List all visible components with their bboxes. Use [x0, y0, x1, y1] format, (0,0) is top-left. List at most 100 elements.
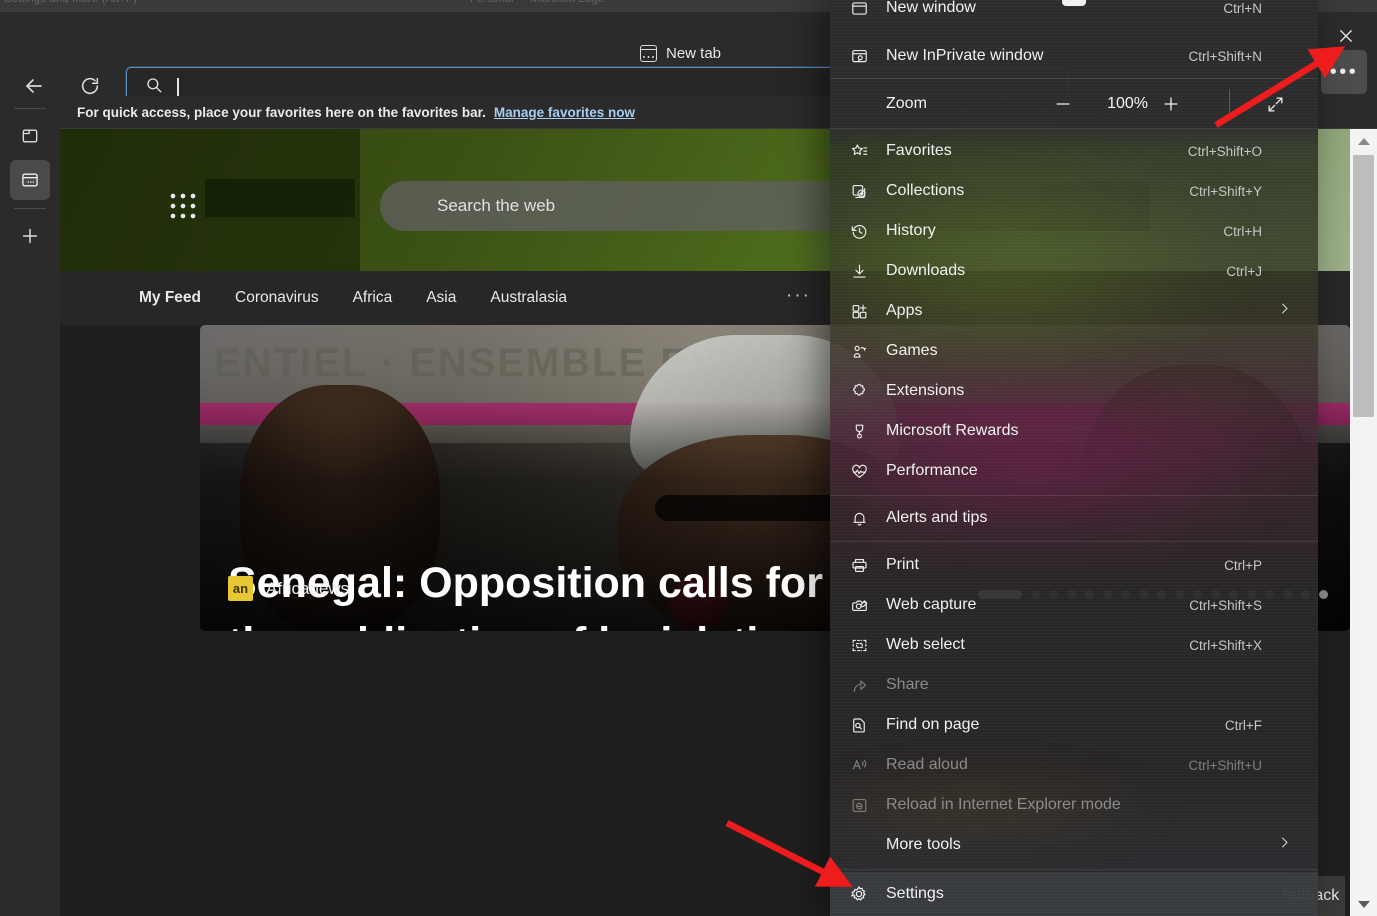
sidebar-item-tab-actions[interactable] — [10, 116, 50, 156]
menu-zoom-label: Zoom — [886, 95, 927, 112]
menu-item-reload-in-internet-explorer-mode[interactable]: Reload in Internet Explorer mode — [830, 785, 1318, 825]
menu-item-shortcut: Ctrl+Shift+O — [1187, 143, 1262, 159]
ellipsis-icon: ••• — [1329, 61, 1359, 83]
menu-item-performance[interactable]: Performance — [830, 451, 1318, 491]
menu-item-label: Apps — [886, 302, 923, 319]
favorites-bar-message: For quick access, place your favorites h… — [77, 104, 486, 120]
find-on-page-icon — [846, 716, 872, 735]
page-scrollbar[interactable] — [1350, 129, 1377, 916]
menu-item-alerts-and-tips-label: Alerts and tips — [886, 509, 988, 526]
menu-item-label: More tools — [886, 836, 961, 853]
menu-item-new-window[interactable]: New window Ctrl+N — [830, 0, 1318, 28]
menu-divider-1 — [830, 78, 1318, 79]
inprivate-window-icon — [846, 47, 872, 66]
plus-icon — [22, 228, 38, 244]
menu-item-read-aloud[interactable]: Read aloud Ctrl+Shift+U — [830, 745, 1318, 785]
menu-item-label: Microsoft Rewards — [886, 422, 1019, 439]
web-search-placeholder: Search the web — [437, 196, 556, 215]
bell-icon — [846, 509, 872, 528]
downloads-icon — [846, 262, 872, 281]
hero-background-text: ENTIEL · ENSEMBLE EV — [214, 341, 718, 385]
printer-icon — [846, 556, 872, 575]
menu-item-settings[interactable]: Settings — [830, 872, 1318, 916]
scroll-down-arrow-icon[interactable] — [1350, 892, 1377, 916]
menu-zoom-row: Zoom 100% — [830, 80, 1318, 128]
performance-pulse-icon — [846, 462, 872, 481]
menu-item-label: Read aloud — [886, 756, 968, 773]
sidebar-item-new-tab-page[interactable] — [10, 160, 50, 200]
menu-item-print[interactable]: Print Ctrl+P — [830, 545, 1318, 585]
menu-item-more-tools[interactable]: More tools — [830, 825, 1318, 865]
hero-source-row: an Africanews — [228, 576, 349, 601]
menu-item-new-window-clipped[interactable]: New window Ctrl+N — [830, 0, 1318, 34]
reload-icon — [81, 77, 99, 95]
menu-item-history[interactable]: History Ctrl+H — [830, 211, 1318, 251]
history-clock-icon — [846, 222, 872, 241]
window-profile-ghost-text: Personal — Microsoft Edge — [470, 0, 604, 5]
scrollbar-thumb[interactable] — [1353, 155, 1374, 417]
grid-apps-icon[interactable] — [170, 193, 196, 219]
feed-tab-asia[interactable]: Asia — [426, 289, 456, 307]
menu-item-label: Reload in Internet Explorer mode — [886, 796, 1121, 813]
menu-item-shortcut: Ctrl+J — [1226, 263, 1262, 279]
menu-item-alerts-and-tips[interactable]: Alerts and tips — [830, 498, 1318, 538]
back-arrow-icon — [26, 79, 42, 93]
menu-item-label: Share — [886, 676, 929, 693]
chevron-right-icon — [1277, 835, 1292, 855]
menu-item-web-select[interactable]: Web select Ctrl+Shift+X — [830, 625, 1318, 665]
menu-item-downloads[interactable]: Downloads Ctrl+J — [830, 251, 1318, 291]
rewards-trophy-icon — [846, 422, 872, 441]
zoom-level-value: 100% — [1107, 95, 1148, 112]
fullscreen-button[interactable] — [1258, 87, 1292, 121]
menu-item-find-on-page[interactable]: Find on page Ctrl+F — [830, 705, 1318, 745]
zoom-out-button[interactable] — [1046, 87, 1080, 121]
manage-favorites-link[interactable]: Manage favorites now — [494, 105, 635, 120]
menu-item-label: History — [886, 222, 936, 239]
scroll-up-arrow-icon[interactable] — [1350, 129, 1377, 153]
source-name: Africanews — [266, 578, 350, 598]
share-icon — [846, 676, 872, 695]
gear-icon — [846, 884, 872, 904]
menu-item-new-window-label: New window — [886, 0, 976, 16]
text-cursor — [177, 77, 179, 97]
menu-item-apps[interactable]: Apps — [830, 291, 1318, 331]
chevron-right-icon — [1277, 301, 1292, 321]
settings-and-more-button[interactable]: ••• — [1321, 50, 1367, 94]
menu-item-label: Collections — [886, 182, 965, 199]
menu-item-shortcut: Ctrl+Shift+U — [1188, 757, 1262, 773]
menu-item-collections[interactable]: Collections Ctrl+Shift+Y — [830, 171, 1318, 211]
feed-tab-australasia[interactable]: Australasia — [490, 289, 567, 307]
menu-item-label: Web select — [886, 636, 965, 653]
menu-divider-3 — [830, 495, 1318, 496]
ie-mode-icon — [846, 796, 872, 815]
apps-icon — [846, 302, 872, 321]
menu-item-shortcut: Ctrl+P — [1224, 557, 1262, 573]
menu-item-new-window-shortcut: Ctrl+N — [1223, 0, 1262, 16]
menu-item-share[interactable]: Share — [830, 665, 1318, 705]
feed-tab-more-icon[interactable]: ··· — [786, 285, 811, 307]
web-select-icon — [846, 636, 872, 655]
menu-item-favorites[interactable]: Favorites Ctrl+Shift+O — [830, 131, 1318, 171]
menu-item-shortcut: Ctrl+F — [1224, 717, 1262, 733]
menu-item-settings-label: Settings — [886, 885, 944, 902]
menu-item-shortcut: Ctrl+H — [1223, 223, 1262, 239]
sidebar-item-add-tab[interactable] — [10, 216, 50, 256]
tab-label: New tab — [666, 44, 722, 62]
menu-item-games[interactable]: Games — [830, 331, 1318, 371]
close-icon — [1340, 30, 1352, 42]
menu-divider-5 — [830, 869, 1318, 870]
vertical-tab-strip — [0, 100, 60, 916]
feed-tab-my-feed[interactable]: My Feed — [139, 289, 201, 307]
feed-tab-coronavirus[interactable]: Coronavirus — [235, 289, 319, 307]
menu-item-microsoft-rewards[interactable]: Microsoft Rewards — [830, 411, 1318, 451]
menu-item-new-inprivate-window-shortcut: Ctrl+Shift+N — [1188, 48, 1262, 64]
menu-item-web-capture[interactable]: Web capture Ctrl+Shift+S — [830, 585, 1318, 625]
zoom-in-button[interactable] — [1154, 87, 1188, 121]
feed-tab-africa[interactable]: Africa — [353, 289, 393, 307]
menu-item-label: Favorites — [886, 142, 952, 159]
menu-item-extensions[interactable]: Extensions — [830, 371, 1318, 411]
menu-item-new-inprivate-window[interactable]: New InPrivate window Ctrl+Shift+N — [830, 36, 1318, 76]
carousel-dot[interactable] — [1319, 590, 1328, 599]
menu-item-label: Downloads — [886, 262, 966, 279]
menu-item-new-inprivate-window-label: New InPrivate window — [886, 47, 1044, 64]
